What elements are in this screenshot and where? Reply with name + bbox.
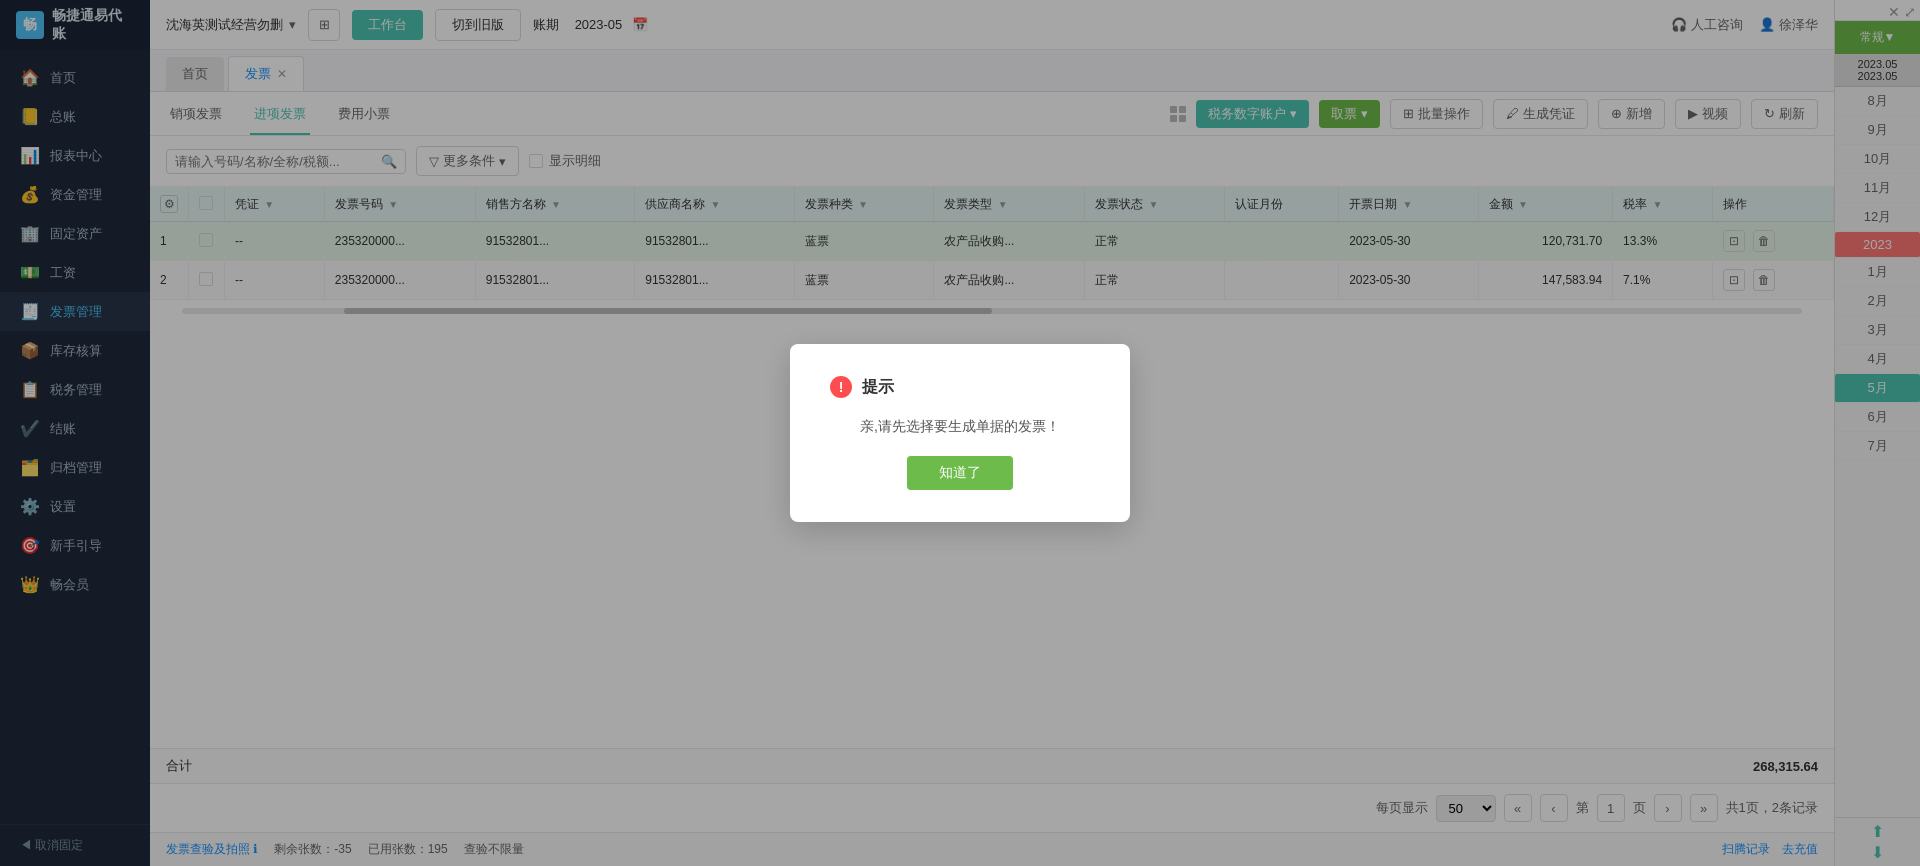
dialog-header: ! 提示 xyxy=(830,376,894,398)
alert-dialog: ! 提示 亲,请先选择要生成单据的发票！ 知道了 xyxy=(790,344,1130,522)
dialog-message: 亲,请先选择要生成单据的发票！ xyxy=(830,418,1090,436)
exclamation-icon: ! xyxy=(839,379,844,395)
dialog-overlay[interactable]: ! 提示 亲,请先选择要生成单据的发票！ 知道了 xyxy=(0,0,1920,866)
dialog-ok-button[interactable]: 知道了 xyxy=(907,456,1013,490)
warning-icon: ! xyxy=(830,376,852,398)
dialog-title: 提示 xyxy=(862,377,894,398)
